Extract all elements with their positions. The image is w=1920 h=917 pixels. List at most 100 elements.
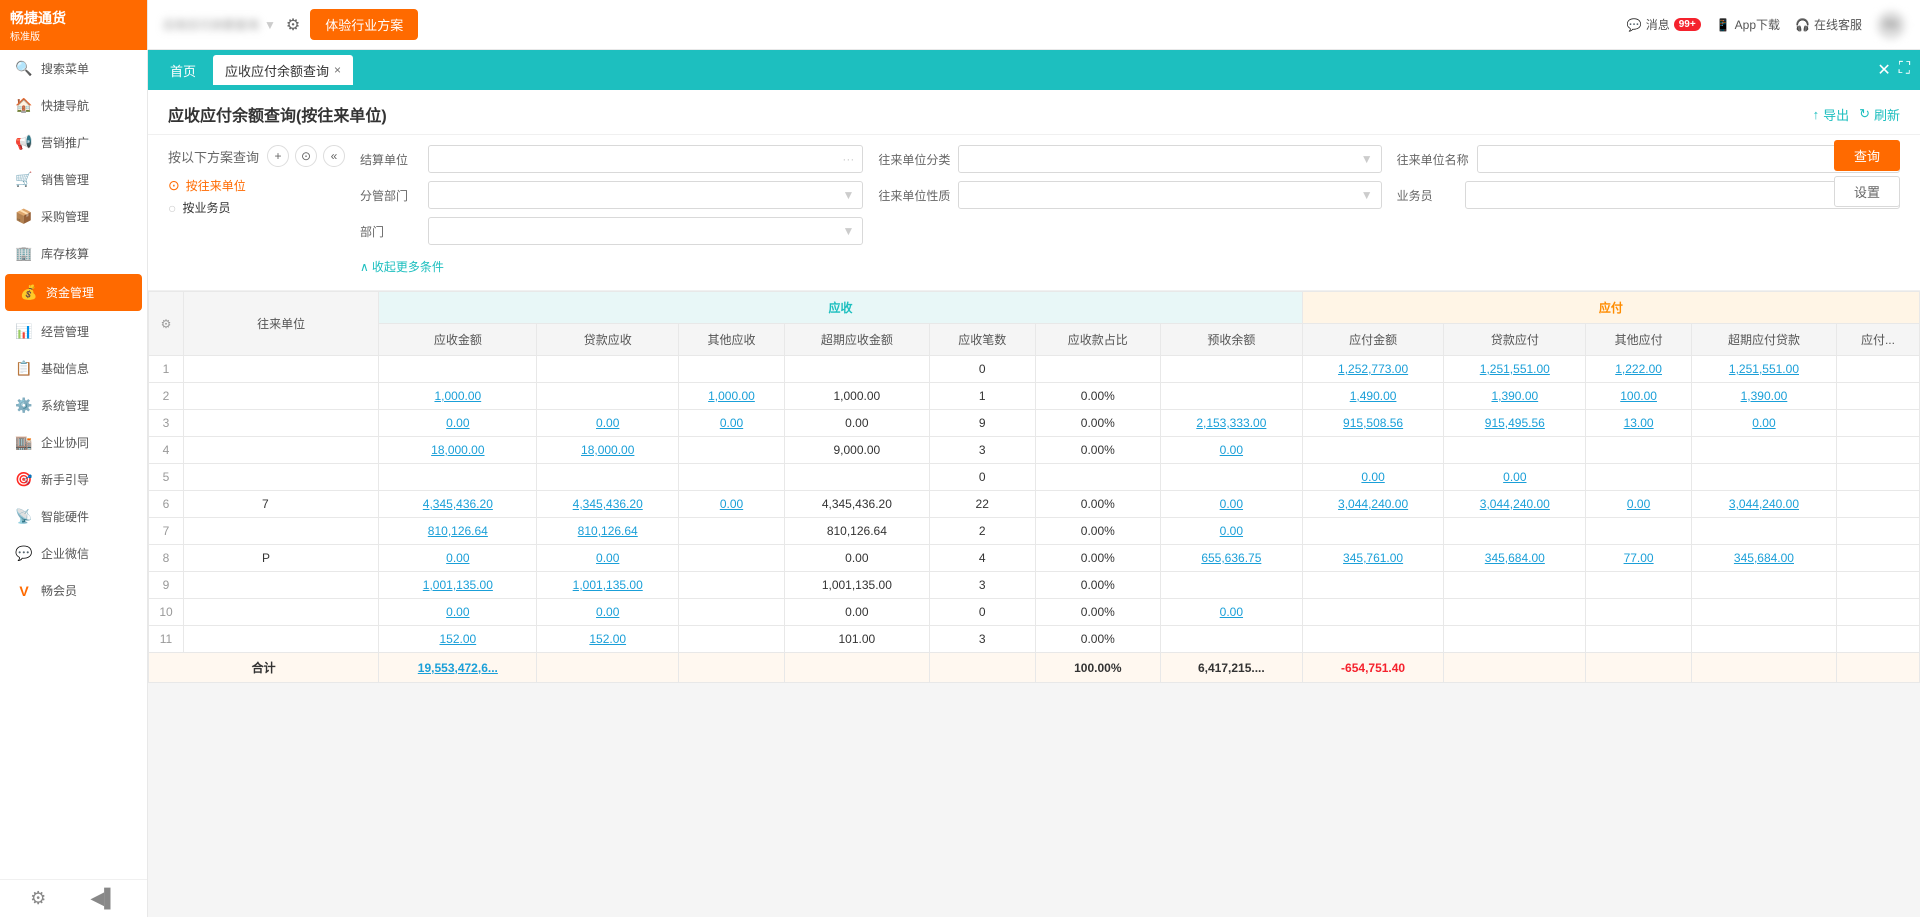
- table-row: 4 18,000.00 18,000.00 9,000.00 3 0.00% 0…: [149, 437, 1920, 464]
- table-wrapper[interactable]: ⚙ 往来单位 应收 应付 应收金额 贷款应收 其他应收: [148, 291, 1920, 683]
- query-button[interactable]: 查询: [1834, 140, 1900, 171]
- ap-amount-cell: [1302, 599, 1444, 626]
- fund-icon: 💰: [20, 284, 38, 301]
- settlement-label: 结算单位: [360, 151, 420, 168]
- hardware-icon: 📡: [15, 508, 33, 525]
- tab-expand-icon[interactable]: ⛶: [1899, 60, 1910, 80]
- ap-overdue-cell: 1,251,551.00: [1692, 356, 1837, 383]
- tab-home[interactable]: 首页: [158, 55, 208, 85]
- ar-other-cell: [679, 356, 785, 383]
- config-query-btn[interactable]: ⊙: [295, 145, 317, 167]
- sidebar-item-basic[interactable]: 📋 基础信息: [0, 350, 147, 387]
- th-ar-amount: 应收金额: [379, 324, 537, 356]
- ap-overdue-cell: [1692, 599, 1837, 626]
- ar-overdue-cell: 0.00: [784, 545, 929, 572]
- collapse-btn[interactable]: ∧ 收起更多条件: [360, 253, 1900, 280]
- notification-btn[interactable]: 💬 消息 99+: [1627, 16, 1701, 33]
- query-by-company[interactable]: ⊙ 按往来单位: [168, 177, 345, 194]
- ar-loan-cell: 0.00: [537, 545, 679, 572]
- ar-ratio-cell: 0.00%: [1035, 545, 1160, 572]
- ar-count-cell: 4: [929, 545, 1035, 572]
- partner-type-chevron-icon: ▼: [1361, 152, 1373, 166]
- th-settings[interactable]: ⚙: [149, 292, 184, 356]
- top-bar-left: 应收应付余额查询 ▼ ⚙ 体验行业方案: [163, 9, 1617, 40]
- sidebar-item-inventory[interactable]: 🏢 库存核算: [0, 235, 147, 272]
- tab-close-icon[interactable]: ×: [334, 63, 341, 77]
- sidebar-item-sales[interactable]: 🛒 销售管理: [0, 161, 147, 198]
- user-avatar[interactable]: Rit: [1877, 11, 1905, 39]
- customer-service-label: 在线客服: [1814, 16, 1862, 33]
- refresh-label: 刷新: [1874, 105, 1900, 124]
- row-num-cell: 11: [149, 626, 184, 653]
- table-area: ⚙ 往来单位 应收 应付 应收金额 贷款应收 其他应收: [148, 291, 1920, 683]
- ar-count-cell: 0: [929, 599, 1035, 626]
- ap-other-cell: 13.00: [1586, 410, 1692, 437]
- ar-overdue-cell: 0.00: [784, 410, 929, 437]
- trial-solution-button[interactable]: 体验行业方案: [310, 9, 418, 40]
- table-settings-icon: ⚙: [161, 317, 172, 331]
- collapse-query-btn[interactable]: «: [323, 145, 345, 167]
- sidebar-item-hardware[interactable]: 📡 智能硬件: [0, 498, 147, 535]
- query-by-staff[interactable]: ○ 按业务员: [168, 199, 345, 216]
- ar-loan-cell: [537, 464, 679, 491]
- ar-loan-cell: 0.00: [537, 599, 679, 626]
- top-bar: 应收应付余额查询 ▼ ⚙ 体验行业方案 💬 消息 99+ 📱 App下载 🎧: [148, 0, 1920, 50]
- ap-loan-cell: 345,684.00: [1444, 545, 1586, 572]
- home-icon: 🏠: [15, 97, 33, 114]
- partner-blurred: [192, 632, 259, 646]
- ap-more-cell: [1836, 383, 1919, 410]
- query-action-buttons: + ⊙ «: [267, 145, 345, 167]
- dept-input[interactable]: ▼: [428, 217, 863, 245]
- customer-service-btn[interactable]: 🎧 在线客服: [1795, 16, 1862, 33]
- row-num-cell: 5: [149, 464, 184, 491]
- ar-amount-cell: [379, 356, 537, 383]
- setting-button[interactable]: 设置: [1834, 176, 1900, 207]
- ap-amount-cell: 3,044,240.00: [1302, 491, 1444, 518]
- export-button[interactable]: ↑ 导出: [1813, 105, 1850, 124]
- tab-close-window-icon[interactable]: ✕: [1877, 60, 1890, 80]
- sidebar-item-enterprise[interactable]: 🏬 企业协同: [0, 424, 147, 461]
- partner-nature-input[interactable]: ▼: [958, 181, 1381, 209]
- th-ar-group: 应收: [379, 292, 1302, 324]
- sidebar-settings-btn[interactable]: ⚙: [30, 888, 46, 909]
- collapse-icon: ∧: [360, 260, 369, 274]
- partner-blurred: [192, 605, 259, 619]
- sidebar-item-wechat[interactable]: 💬 企业微信: [0, 535, 147, 572]
- dept-manager-input[interactable]: ▼: [428, 181, 863, 209]
- tab-query[interactable]: 应收应付余额查询 ×: [213, 55, 353, 85]
- row-num-cell: 8: [149, 545, 184, 572]
- ar-count-cell: 0: [929, 356, 1035, 383]
- settings-gear-icon[interactable]: ⚙: [286, 15, 300, 35]
- ar-prepay-cell: [1160, 356, 1302, 383]
- ar-other-cell: [679, 545, 785, 572]
- sidebar-item-purchase[interactable]: 📦 采购管理: [0, 198, 147, 235]
- sidebar-item-marketing[interactable]: 📢 营销推广: [0, 124, 147, 161]
- dept-manager-field-row: 分管部门 ▼: [360, 181, 863, 209]
- app-download-btn[interactable]: 📱 App下载: [1716, 16, 1780, 33]
- ar-other-cell: 1,000.00: [679, 383, 785, 410]
- sales-icon: 🛒: [15, 171, 33, 188]
- sidebar-item-system[interactable]: ⚙️ 系统管理: [0, 387, 147, 424]
- refresh-button[interactable]: ↻ 刷新: [1859, 105, 1900, 124]
- ap-more-cell: [1836, 599, 1919, 626]
- row-num-cell: 4: [149, 437, 184, 464]
- sidebar-item-nav[interactable]: 🏠 快捷导航: [0, 87, 147, 124]
- partner-name-label: 往来单位名称: [1397, 151, 1469, 168]
- table-row: 7 810,126.64 810,126.64 810,126.64 2 0.0…: [149, 518, 1920, 545]
- search-icon: 🔍: [15, 60, 33, 77]
- ap-other-cell: 100.00: [1586, 383, 1692, 410]
- settlement-input[interactable]: ···: [428, 145, 863, 173]
- sidebar-item-search[interactable]: 🔍 搜索菜单: [0, 50, 147, 87]
- sidebar-item-guide[interactable]: 🎯 新手引导: [0, 461, 147, 498]
- partner-type-input[interactable]: ▼: [958, 145, 1381, 173]
- purchase-icon: 📦: [15, 208, 33, 225]
- wechat-icon: 💬: [15, 545, 33, 562]
- sidebar-collapse-btn[interactable]: ◀▌: [90, 888, 117, 909]
- sidebar-item-fund[interactable]: 💰 资金管理: [5, 274, 142, 311]
- sidebar-item-member[interactable]: V 畅会员: [0, 572, 147, 609]
- partner-cell: [184, 518, 379, 545]
- ar-ratio-cell: [1035, 356, 1160, 383]
- table-row: 3 0.00 0.00 0.00 0.00 9 0.00% 2,153,333.…: [149, 410, 1920, 437]
- sidebar-item-operation[interactable]: 📊 经营管理: [0, 313, 147, 350]
- add-query-btn[interactable]: +: [267, 145, 289, 167]
